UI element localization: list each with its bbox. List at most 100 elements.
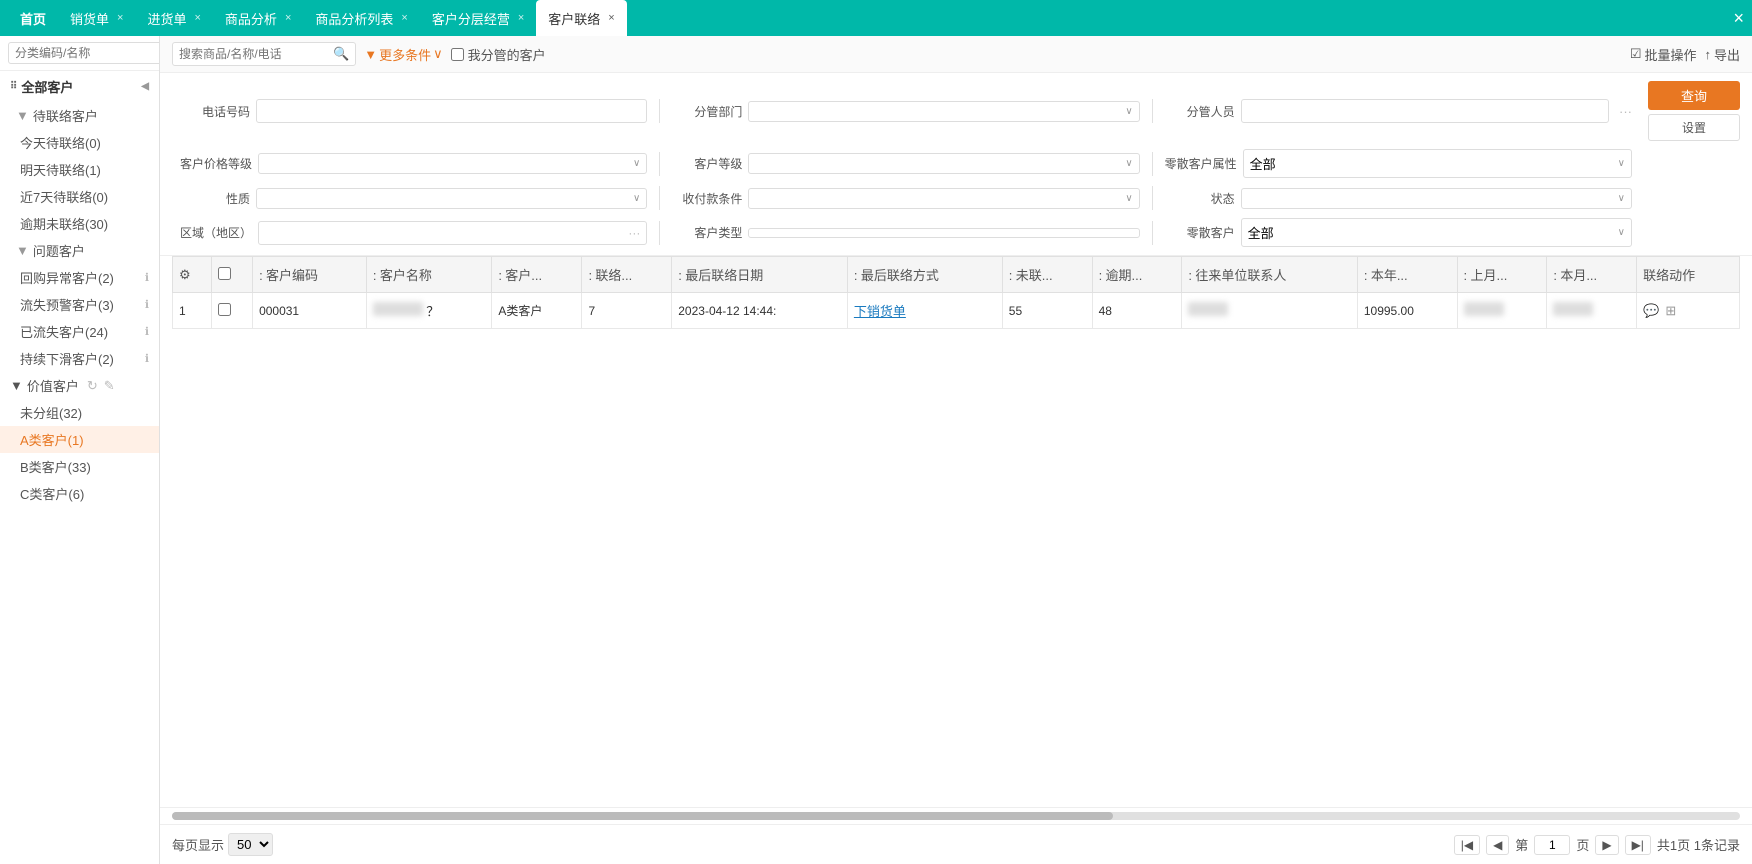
close-customer-tier-tab[interactable]: × (518, 12, 524, 24)
sidebar-all-customers[interactable]: ⠿ 全部客户 ◀ (0, 71, 159, 102)
main-search-input[interactable] (179, 47, 329, 61)
next-page-btn[interactable]: ▶ (1595, 835, 1618, 855)
col-code: : 客户编码 (253, 257, 367, 293)
filter-phone: 电话号码 (172, 99, 655, 123)
filter-region: 区域（地区） ··· (172, 221, 655, 245)
close-customer-contact-tab[interactable]: × (608, 12, 614, 24)
nav-tab-product-analysis[interactable]: 商品分析 × (213, 0, 303, 36)
first-page-btn[interactable]: |◀ (1454, 835, 1480, 855)
sidebar-item-declining[interactable]: 持续下滑客户(2) ℹ (0, 345, 159, 372)
sidebar-item-tomorrow[interactable]: 明天待联络(1) (0, 156, 159, 183)
table-row: 1 000031 ？ A类客户 7 2023-04-12 14:44: 下销货单… (173, 293, 1740, 329)
status-select[interactable]: ∨ (1241, 188, 1632, 209)
filter-retail-customer: 零散客户 全部 ∨ (1157, 218, 1640, 247)
col-gear[interactable]: ⚙ (173, 257, 212, 293)
edit-icon[interactable]: ✎ (104, 378, 115, 394)
nav-tab-product-list[interactable]: 商品分析列表 × (303, 0, 419, 36)
sidebar-item-repurchase[interactable]: 回购异常客户(2) ℹ (0, 264, 159, 291)
query-button[interactable]: 查询 (1648, 81, 1740, 110)
col-checkbox[interactable] (211, 257, 252, 293)
sidebar-item-class-b[interactable]: B类客户(33) (0, 453, 159, 480)
batch-op-btn[interactable]: ☑ 批量操作 (1630, 45, 1697, 64)
sidebar: 🔍 ⠿ 全部客户 ◀ ▼ 待联络客户 今天待联络(0) 明天待联络(1) 近7天… (0, 36, 160, 864)
per-page-select[interactable]: 50 (228, 833, 273, 856)
filter-row-1: 电话号码 分管部门 ∨ 分管人员 ··· (172, 81, 1740, 141)
last-method-link[interactable]: 下销货单 (854, 304, 906, 319)
price-level-arrow: ∨ (633, 158, 640, 169)
close-product-list-tab[interactable]: × (401, 12, 407, 24)
person-more-icon[interactable]: ··· (1619, 104, 1632, 119)
sidebar-problem-header[interactable]: ▼ 问题客户 (0, 237, 159, 264)
nav-tab-customer-tier[interactable]: 客户分层经营 × (420, 0, 536, 36)
price-level-select[interactable]: ∨ (258, 153, 647, 174)
sidebar-search-input[interactable] (8, 42, 160, 64)
gear-icon[interactable]: ⚙ (179, 267, 191, 282)
close-purchase-tab[interactable]: × (194, 12, 200, 24)
cell-last-method[interactable]: 下销货单 (847, 293, 1002, 329)
prev-page-btn[interactable]: ◀ (1486, 835, 1509, 855)
region-dots-icon[interactable]: ··· (628, 226, 640, 240)
cell-uncontact: 55 (1002, 293, 1092, 329)
qr-icon[interactable]: ⊞ (1665, 303, 1676, 319)
payment-arrow: ∨ (1125, 193, 1132, 204)
main-search-icon[interactable]: 🔍 (333, 46, 349, 62)
cell-last-date: 2023-04-12 14:44: (672, 293, 848, 329)
nature-select[interactable]: ∨ (256, 188, 647, 209)
nav-tab-home[interactable]: 首页 (8, 0, 58, 36)
sidebar-item-churned[interactable]: 已流失客户(24) ℹ (0, 318, 159, 345)
phone-input[interactable] (256, 99, 647, 123)
sidebar-item-today[interactable]: 今天待联络(0) (0, 129, 159, 156)
sidebar-value-header[interactable]: ▼ 价值客户 ↻ ✎ (0, 372, 159, 399)
filter-customer-level: 客户等级 ∨ (664, 153, 1147, 174)
person-input[interactable] (1241, 99, 1609, 123)
top-navigation: 首页 销货单 × 进货单 × 商品分析 × 商品分析列表 × 客户分层经营 × … (0, 0, 1752, 36)
close-product-tab[interactable]: × (285, 12, 291, 24)
close-all-tabs[interactable]: × (1733, 8, 1744, 29)
sidebar-item-unclassified[interactable]: 未分组(32) (0, 399, 159, 426)
my-customers-check[interactable] (451, 48, 464, 61)
sidebar-pending-header[interactable]: ▼ 待联络客户 (0, 102, 159, 129)
dept-label: 分管部门 (672, 103, 742, 120)
nav-tab-customer-contact[interactable]: 客户联络 × (536, 0, 626, 36)
dept-select[interactable]: ∨ (748, 101, 1139, 122)
customer-type-label: 客户类型 (672, 224, 742, 241)
person-blurred (1188, 302, 1228, 316)
payment-select[interactable]: ∨ (748, 188, 1139, 209)
main-search-box: 🔍 (172, 42, 356, 66)
filter-row-4: 区域（地区） ··· 客户类型 零散客户 (172, 218, 1740, 247)
extended-filters: 电话号码 分管部门 ∨ 分管人员 ··· (160, 73, 1752, 256)
page-number-input[interactable] (1534, 835, 1570, 855)
cell-index: 1 (173, 293, 212, 329)
customer-level-select[interactable]: ∨ (748, 153, 1139, 174)
cell-this-month (1547, 293, 1637, 329)
nav-tab-purchase[interactable]: 进货单 × (135, 0, 212, 36)
grid-dots-icon: ⠿ (10, 81, 17, 92)
customer-type-select[interactable] (748, 228, 1139, 238)
region-select[interactable]: ··· (258, 221, 647, 245)
sidebar-item-class-a[interactable]: A类客户(1) (0, 426, 159, 453)
horizontal-scrollbar-thumb[interactable] (172, 812, 1113, 820)
customer-name-blurred (373, 302, 423, 316)
customer-level-label: 客户等级 (672, 155, 742, 172)
last-page-btn[interactable]: ▶| (1625, 835, 1651, 855)
row-checkbox[interactable] (218, 303, 231, 316)
close-sales-tab[interactable]: × (117, 12, 123, 24)
retail-attr-select[interactable]: 全部 ∨ (1243, 149, 1632, 178)
col-this-year: : 本年... (1357, 257, 1457, 293)
nav-tab-sales[interactable]: 销货单 × (58, 0, 135, 36)
cell-contact: 7 (582, 293, 672, 329)
message-icon[interactable]: 💬 (1643, 303, 1659, 319)
sidebar-item-week[interactable]: 近7天待联络(0) (0, 183, 159, 210)
sidebar-item-overdue[interactable]: 逾期未联络(30) (0, 210, 159, 237)
select-all-checkbox[interactable] (218, 267, 231, 280)
cell-checkbox[interactable] (211, 293, 252, 329)
export-btn[interactable]: ↑ 导出 (1704, 45, 1740, 64)
info-icon-4: ℹ (145, 352, 149, 365)
settings-button[interactable]: 设置 (1648, 114, 1740, 141)
sidebar-item-churn-warning[interactable]: 流失预警客户(3) ℹ (0, 291, 159, 318)
my-customers-checkbox[interactable]: 我分管的客户 (451, 45, 546, 64)
sidebar-item-class-c[interactable]: C类客户(6) (0, 480, 159, 507)
more-filters-btn[interactable]: ▼ 更多条件 ∨ (364, 45, 442, 64)
refresh-icon[interactable]: ↻ (87, 378, 98, 394)
retail-customer-select[interactable]: 全部 ∨ (1241, 218, 1632, 247)
